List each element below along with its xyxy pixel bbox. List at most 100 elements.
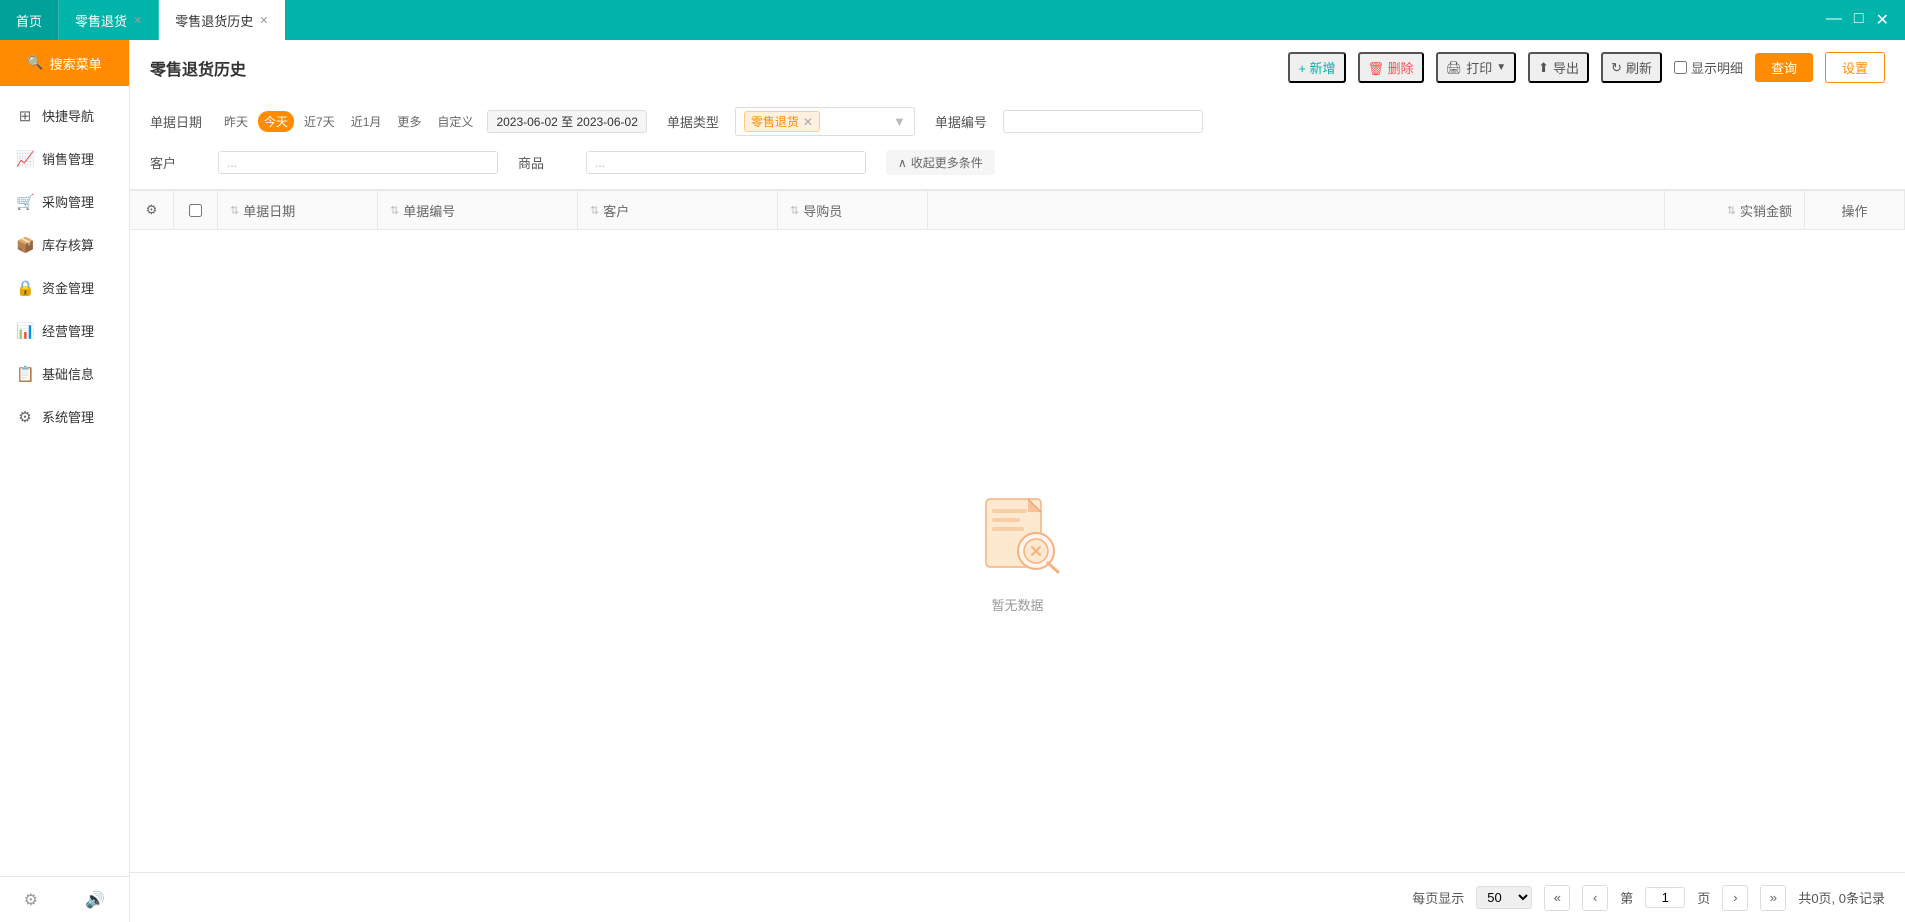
top-bar-right: — □ ✕ (1826, 0, 1905, 40)
pagination-bar: 每页显示 20 50 100 200 « ‹ 第 页 › » 共0页, 0条记录 (130, 872, 1905, 922)
collapse-icon: ∧ (898, 156, 907, 170)
customer-input[interactable]: ... (218, 151, 498, 174)
goods-input[interactable]: ... (586, 151, 866, 174)
settings-col-icon: ⚙ (146, 202, 158, 218)
filter-bill-date: 单据日期 昨天 今天 近7天 近1月 更多 自定义 2023-06-02 至 2… (150, 110, 647, 133)
collapse-btn[interactable]: ∧ 收起更多条件 (886, 150, 995, 175)
th-spacer (928, 191, 1665, 229)
sidebar-search-label: 搜索菜单 (50, 54, 102, 73)
sidebar-item-biz-mgmt[interactable]: 📊 经营管理 (0, 309, 129, 352)
refresh-button[interactable]: ↻ 刷新 (1601, 52, 1662, 83)
print-icon: 🖨 (1446, 60, 1463, 76)
basic-info-icon: 📋 (16, 365, 34, 383)
page-unit: 页 (1697, 888, 1710, 907)
new-button[interactable]: + 新增 (1288, 52, 1345, 83)
date-range-value[interactable]: 2023-06-02 至 2023-06-02 (487, 110, 646, 133)
next-page-btn[interactable]: › (1722, 885, 1748, 911)
bill-type-tag: 零售退货 ✕ (744, 111, 820, 132)
date-btn-today[interactable]: 今天 (258, 111, 294, 132)
th-amount[interactable]: ⇅ 实销金额 (1665, 191, 1805, 229)
date-btn-custom[interactable]: 自定义 (431, 111, 479, 132)
sidebar-item-sales-mgmt[interactable]: 📈 销售管理 (0, 137, 129, 180)
bill-type-tag-text: 零售退货 (751, 113, 799, 130)
sidebar-item-biz-mgmt-label: 经营管理 (42, 321, 94, 340)
sidebar-item-purchase-mgmt[interactable]: 🛒 采购管理 (0, 180, 129, 223)
settings-bottom-btn[interactable]: ⚙ (24, 890, 38, 910)
sort-asc-icon-customer: ⇅ (590, 204, 599, 217)
th-operation-label: 操作 (1841, 201, 1867, 220)
empty-icon (968, 489, 1068, 579)
customer-label: 客户 (150, 153, 210, 172)
bill-type-select[interactable]: 零售退货 ✕ ▼ (735, 107, 915, 136)
fund-mgmt-icon: 🔒 (16, 279, 34, 297)
tab-retail-return[interactable]: 零售退货 ✕ (59, 0, 159, 40)
bill-date-label: 单据日期 (150, 112, 210, 131)
bill-type-tag-remove[interactable]: ✕ (803, 115, 813, 129)
sidebar-item-inventory-calc[interactable]: 📦 库存核算 (0, 223, 129, 266)
sidebar-search[interactable]: 🔍 搜索菜单 (0, 40, 129, 86)
th-settings[interactable]: ⚙ (130, 191, 174, 229)
tab-retail-return-history[interactable]: 零售退货历史 ✕ (159, 0, 285, 40)
show-detail-checkbox[interactable] (1674, 61, 1687, 74)
date-range-btns: 昨天 今天 近7天 近1月 更多 自定义 (218, 111, 479, 132)
sound-bottom-btn[interactable]: 🔊 (85, 890, 105, 910)
toolbar: + 新增 🗑 删除 🖨 🖨 打印 打印 ▼ ⬆ 导出 ↻ 刷新 (1288, 52, 1885, 83)
bill-type-label: 单据类型 (667, 112, 727, 131)
th-bill-no[interactable]: ⇅ 单据编号 (378, 191, 578, 229)
th-checkbox[interactable] (174, 191, 218, 229)
sidebar-item-basic-info[interactable]: 📋 基础信息 (0, 352, 129, 395)
sidebar-nav: ⊞ 快捷导航 📈 销售管理 🛒 采购管理 📦 库存核算 🔒 资金管理 📊 (0, 86, 129, 876)
tab-home[interactable]: 首页 (0, 0, 59, 40)
print-button[interactable]: 🖨 🖨 打印 打印 ▼ (1436, 52, 1516, 83)
date-btn-1month[interactable]: 近1月 (345, 111, 388, 132)
current-page-input[interactable] (1645, 887, 1685, 908)
sidebar-item-fund-mgmt[interactable]: 🔒 资金管理 (0, 266, 129, 309)
minimize-btn[interactable]: — (1826, 10, 1842, 30)
date-btn-yesterday[interactable]: 昨天 (218, 111, 254, 132)
tab-retail-return-history-label: 零售退货历史 (175, 11, 253, 30)
tab-retail-return-history-close[interactable]: ✕ (259, 14, 268, 27)
settings-button[interactable]: 设置 (1825, 52, 1885, 83)
maximize-btn[interactable]: □ (1854, 10, 1864, 30)
bill-type-dropdown-icon: ▼ (893, 114, 906, 129)
first-page-btn[interactable]: « (1544, 885, 1570, 911)
sales-mgmt-icon: 📈 (16, 150, 34, 168)
last-page-btn[interactable]: » (1760, 885, 1786, 911)
print-dropdown-icon: ▼ (1496, 62, 1506, 73)
delete-button[interactable]: 🗑 删除 (1358, 52, 1424, 83)
sort-asc-icon-amount: ⇅ (1727, 204, 1736, 217)
sort-asc-icon-billno: ⇅ (390, 204, 399, 217)
empty-text: 暂无数据 (991, 595, 1043, 614)
sidebar-item-quick-nav[interactable]: ⊞ 快捷导航 (0, 94, 129, 137)
th-customer[interactable]: ⇅ 客户 (578, 191, 778, 229)
export-icon: ⬆ (1538, 60, 1549, 76)
bill-no-input[interactable] (1003, 110, 1203, 133)
select-all-checkbox[interactable] (189, 204, 202, 217)
th-amount-label: 实销金额 (1740, 201, 1792, 220)
search-icon: 🔍 (27, 55, 43, 71)
filter-customer: 客户 ... (150, 151, 498, 174)
sort-asc-icon-date: ⇅ (230, 204, 239, 217)
page-title-row: 零售退货历史 + 新增 🗑 删除 🖨 🖨 打印 打印 ▼ ⬆ 导出 (150, 52, 1885, 93)
bill-no-label: 单据编号 (935, 112, 995, 131)
filter-goods: 商品 ... (518, 151, 866, 174)
prev-page-btn[interactable]: ‹ (1582, 885, 1608, 911)
per-page-select[interactable]: 20 50 100 200 (1476, 886, 1532, 909)
tab-retail-return-close[interactable]: ✕ (133, 14, 142, 27)
th-operation: 操作 (1805, 191, 1905, 229)
total-info: 共0页, 0条记录 (1798, 888, 1885, 907)
export-button[interactable]: ⬆ 导出 (1528, 52, 1589, 83)
th-guide[interactable]: ⇅ 导购员 (778, 191, 928, 229)
tab-bar: 首页 零售退货 ✕ 零售退货历史 ✕ (0, 0, 1826, 40)
date-btn-more[interactable]: 更多 (391, 111, 427, 132)
content-area: 零售退货历史 + 新增 🗑 删除 🖨 🖨 打印 打印 ▼ ⬆ 导出 (130, 40, 1905, 922)
sidebar-item-sys-mgmt[interactable]: ⚙ 系统管理 (0, 395, 129, 438)
th-bill-date[interactable]: ⇅ 单据日期 (218, 191, 378, 229)
filter-row-1: 单据日期 昨天 今天 近7天 近1月 更多 自定义 2023-06-02 至 2… (150, 103, 1885, 140)
date-btn-7days[interactable]: 近7天 (298, 111, 341, 132)
close-btn[interactable]: ✕ (1876, 10, 1889, 30)
show-detail-label: 显示明细 (1691, 58, 1743, 77)
query-button[interactable]: 查询 (1755, 53, 1813, 82)
th-bill-date-label: 单据日期 (243, 201, 295, 220)
show-detail-checkbox-area[interactable]: 显示明细 (1674, 58, 1743, 77)
